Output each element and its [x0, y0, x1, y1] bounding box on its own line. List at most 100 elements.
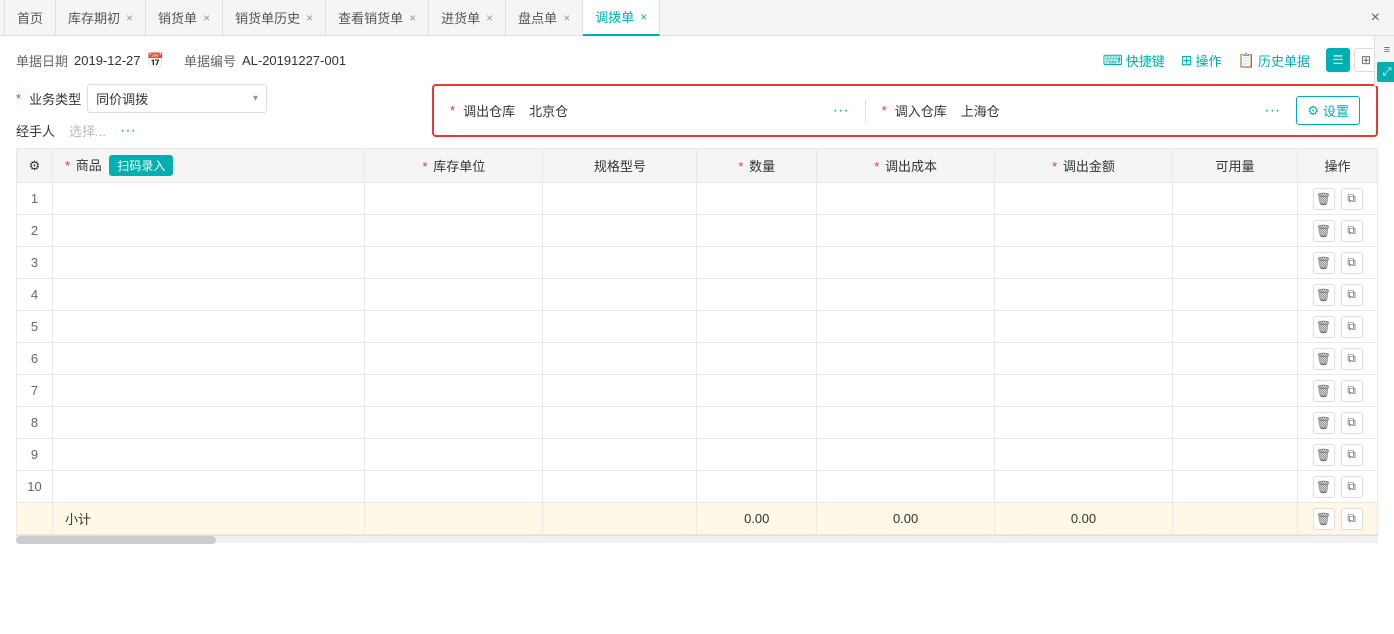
row-copy-btn[interactable]: ⧉ — [1341, 476, 1363, 498]
available-cell[interactable] — [1172, 439, 1297, 471]
tab-close-icon[interactable]: × — [563, 11, 570, 25]
cost-cell[interactable] — [817, 215, 995, 247]
tab-transfer[interactable]: 调拨单 × — [583, 0, 660, 36]
amount-cell[interactable] — [995, 215, 1173, 247]
spec-cell[interactable] — [543, 183, 697, 215]
row-delete-btn[interactable]: 🗑 — [1313, 220, 1335, 242]
unit-cell[interactable] — [365, 343, 543, 375]
amount-cell[interactable] — [995, 183, 1173, 215]
tab-close-icon[interactable]: × — [409, 11, 416, 25]
available-cell[interactable] — [1172, 407, 1297, 439]
tab-stocktake[interactable]: 盘点单 × — [506, 0, 583, 36]
qty-cell[interactable] — [697, 183, 817, 215]
operations-button[interactable]: ⊞ 操作 — [1181, 51, 1222, 70]
cost-cell[interactable] — [817, 375, 995, 407]
product-cell[interactable] — [53, 343, 365, 375]
spec-cell[interactable] — [543, 343, 697, 375]
row-delete-btn[interactable]: 🗑 — [1313, 380, 1335, 402]
qty-cell[interactable] — [697, 311, 817, 343]
cost-cell[interactable] — [817, 343, 995, 375]
cost-cell[interactable] — [817, 439, 995, 471]
tab-view-sales[interactable]: 查看销货单 × — [326, 0, 429, 36]
calendar-icon[interactable]: 📅 — [147, 52, 164, 69]
unit-cell[interactable] — [365, 471, 543, 503]
tab-close-icon[interactable]: × — [306, 11, 313, 25]
available-cell[interactable] — [1172, 311, 1297, 343]
qty-cell[interactable] — [697, 375, 817, 407]
row-delete-btn[interactable]: 🗑 — [1313, 476, 1335, 498]
row-copy-btn[interactable]: ⧉ — [1341, 380, 1363, 402]
tab-home[interactable]: 首页 — [4, 0, 56, 36]
row-copy-btn[interactable]: ⧉ — [1341, 188, 1363, 210]
side-list-button[interactable]: ≡ — [1377, 40, 1394, 60]
available-cell[interactable] — [1172, 375, 1297, 407]
qty-cell[interactable] — [697, 215, 817, 247]
amount-cell[interactable] — [995, 247, 1173, 279]
row-copy-btn[interactable]: ⧉ — [1341, 412, 1363, 434]
row-copy-btn[interactable]: ⧉ — [1341, 508, 1363, 530]
scroll-thumb[interactable] — [16, 536, 216, 544]
qty-cell[interactable] — [697, 279, 817, 311]
unit-cell[interactable] — [365, 375, 543, 407]
qty-cell[interactable] — [697, 471, 817, 503]
list-view-button[interactable]: ☰ — [1326, 48, 1350, 72]
row-copy-btn[interactable]: ⧉ — [1341, 252, 1363, 274]
row-delete-btn[interactable]: 🗑 — [1313, 444, 1335, 466]
unit-cell[interactable] — [365, 439, 543, 471]
scan-entry-button[interactable]: 扫码录入 — [109, 155, 173, 176]
unit-cell[interactable] — [365, 183, 543, 215]
available-cell[interactable] — [1172, 471, 1297, 503]
cost-cell[interactable] — [817, 183, 995, 215]
spec-cell[interactable] — [543, 439, 697, 471]
product-cell[interactable] — [53, 279, 365, 311]
in-warehouse-more-icon[interactable]: ··· — [1264, 102, 1280, 120]
product-cell[interactable] — [53, 311, 365, 343]
amount-cell[interactable] — [995, 311, 1173, 343]
out-warehouse-more-icon[interactable]: ··· — [833, 102, 849, 120]
spec-cell[interactable] — [543, 247, 697, 279]
product-cell[interactable] — [53, 375, 365, 407]
amount-cell[interactable] — [995, 407, 1173, 439]
cost-cell[interactable] — [817, 407, 995, 439]
tab-sales-history[interactable]: 销货单历史 × — [223, 0, 326, 36]
available-cell[interactable] — [1172, 343, 1297, 375]
row-copy-btn[interactable]: ⧉ — [1341, 348, 1363, 370]
spec-cell[interactable] — [543, 215, 697, 247]
cost-cell[interactable] — [817, 311, 995, 343]
tab-sales[interactable]: 销货单 × — [146, 0, 223, 36]
unit-cell[interactable] — [365, 407, 543, 439]
history-button[interactable]: 📋 历史单据 — [1238, 51, 1310, 70]
row-delete-btn[interactable]: 🗑 — [1313, 284, 1335, 306]
unit-cell[interactable] — [365, 215, 543, 247]
amount-cell[interactable] — [995, 375, 1173, 407]
product-cell[interactable] — [53, 407, 365, 439]
product-cell[interactable] — [53, 471, 365, 503]
gear-col-icon[interactable]: ⚙ — [29, 158, 41, 173]
window-close-button[interactable]: × — [1361, 9, 1390, 27]
spec-cell[interactable] — [543, 407, 697, 439]
cost-cell[interactable] — [817, 279, 995, 311]
qty-cell[interactable] — [697, 247, 817, 279]
spec-cell[interactable] — [543, 279, 697, 311]
side-expand-button[interactable]: ⤢ — [1377, 62, 1394, 82]
row-delete-btn[interactable]: 🗑 — [1313, 252, 1335, 274]
unit-cell[interactable] — [365, 311, 543, 343]
product-cell[interactable] — [53, 215, 365, 247]
unit-cell[interactable] — [365, 279, 543, 311]
row-delete-btn[interactable]: 🗑 — [1313, 508, 1335, 530]
unit-cell[interactable] — [365, 247, 543, 279]
horizontal-scrollbar[interactable] — [16, 535, 1378, 543]
tab-close-icon[interactable]: × — [486, 11, 493, 25]
shortcuts-button[interactable]: ⌨ 快捷键 — [1103, 51, 1165, 70]
available-cell[interactable] — [1172, 215, 1297, 247]
tab-inventory-init[interactable]: 库存期初 × — [56, 0, 146, 36]
product-cell[interactable] — [53, 439, 365, 471]
available-cell[interactable] — [1172, 247, 1297, 279]
amount-cell[interactable] — [995, 343, 1173, 375]
amount-cell[interactable] — [995, 471, 1173, 503]
product-cell[interactable] — [53, 247, 365, 279]
qty-cell[interactable] — [697, 407, 817, 439]
cost-cell[interactable] — [817, 471, 995, 503]
settings-button[interactable]: ⚙ 设置 — [1296, 96, 1360, 125]
spec-cell[interactable] — [543, 471, 697, 503]
